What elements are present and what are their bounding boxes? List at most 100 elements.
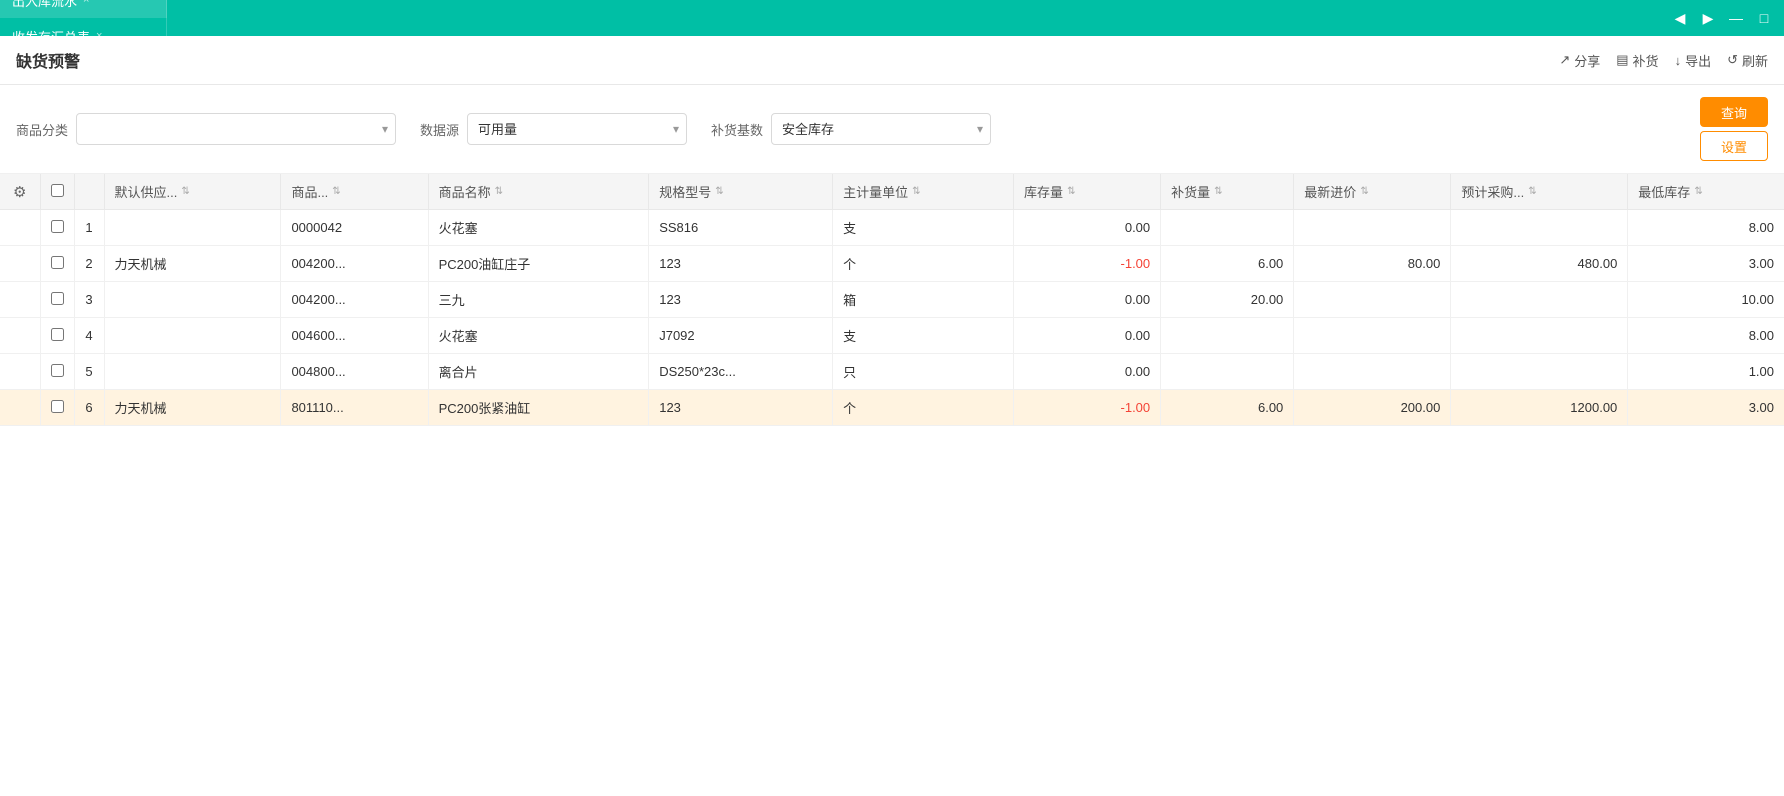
row-name: 三九 (428, 282, 649, 318)
tab-close-inout-flow[interactable]: × (83, 0, 89, 6)
row-replenish (1161, 354, 1294, 390)
row-stock: 0.00 (1014, 318, 1161, 354)
settings-button[interactable]: 设置 (1700, 131, 1768, 161)
table-row: 1 0000042 火花塞 SS816 支 0.00 8.00 (0, 210, 1784, 246)
row-est-purchase (1451, 318, 1628, 354)
row-checkbox-4[interactable] (51, 364, 64, 377)
row-replenish: 20.00 (1161, 282, 1294, 318)
row-latest-price: 200.00 (1294, 390, 1451, 426)
refresh-button[interactable]: ↺ 刷新 (1727, 51, 1768, 70)
th-replenish[interactable]: 补货量⇅ (1161, 174, 1294, 210)
row-name: 火花塞 (428, 318, 649, 354)
th-gear: ⚙ (0, 174, 40, 210)
row-min-stock: 8.00 (1628, 210, 1784, 246)
replenish-button[interactable]: ▤ 补货 (1616, 51, 1658, 70)
tabs-container: 首页炼货异常处理×现存量（库存状况表）×现存量（库存分布表）×库存批次账×出入库… (0, 0, 167, 36)
row-checkbox-cell[interactable] (40, 246, 74, 282)
sort-latest-price-icon: ⇅ (1360, 186, 1368, 197)
row-checkbox-0[interactable] (51, 220, 64, 233)
row-checkbox-cell[interactable] (40, 390, 74, 426)
row-checkbox-2[interactable] (51, 292, 64, 305)
th-stock[interactable]: 库存量⇅ (1014, 174, 1161, 210)
tab-inout-flow[interactable]: 出入库流水× (0, 0, 167, 18)
nav-maximize-btn[interactable]: □ (1750, 4, 1778, 32)
filter-actions: 查询 设置 (1700, 97, 1768, 161)
row-est-purchase: 480.00 (1451, 246, 1628, 282)
row-spec: 123 (649, 246, 833, 282)
nav-next-btn[interactable]: ▶ (1694, 4, 1722, 32)
th-checkbox (40, 174, 74, 210)
export-button[interactable]: ↓ 导出 (1675, 51, 1712, 70)
row-stock: 0.00 (1014, 282, 1161, 318)
th-min-stock[interactable]: 最低库存⇅ (1628, 174, 1784, 210)
th-spec[interactable]: 规格型号⇅ (649, 174, 833, 210)
row-spec: 123 (649, 282, 833, 318)
nav-prev-btn[interactable]: ◀ (1666, 4, 1694, 32)
row-est-purchase (1451, 282, 1628, 318)
row-latest-price (1294, 282, 1451, 318)
row-latest-price: 80.00 (1294, 246, 1451, 282)
row-supplier: 力天机械 (104, 390, 281, 426)
sort-stock-icon: ⇅ (1067, 186, 1075, 197)
category-label: 商品分类 (16, 120, 68, 139)
row-est-purchase: 1200.00 (1451, 390, 1628, 426)
row-seq: 1 (74, 210, 104, 246)
select-all-checkbox[interactable] (51, 184, 64, 197)
row-spec: J7092 (649, 318, 833, 354)
row-name: 离合片 (428, 354, 649, 390)
tab-recv-summary[interactable]: 收发存汇总表× (0, 18, 167, 36)
row-gear-cell (0, 246, 40, 282)
row-seq: 5 (74, 354, 104, 390)
row-code: 004800... (281, 354, 428, 390)
nav-minimize-btn[interactable]: — (1722, 4, 1750, 32)
th-est-purchase[interactable]: 预计采购...⇅ (1451, 174, 1628, 210)
th-supplier[interactable]: 默认供应...⇅ (104, 174, 281, 210)
row-gear-cell (0, 354, 40, 390)
datasource-filter-group: 数据源 可用量 (420, 113, 687, 145)
row-checkbox-cell[interactable] (40, 354, 74, 390)
row-min-stock: 3.00 (1628, 390, 1784, 426)
row-checkbox-cell[interactable] (40, 210, 74, 246)
th-seq (74, 174, 104, 210)
row-code: 004200... (281, 246, 428, 282)
row-supplier: 力天机械 (104, 246, 281, 282)
row-replenish (1161, 210, 1294, 246)
category-select[interactable] (76, 113, 396, 145)
row-min-stock: 10.00 (1628, 282, 1784, 318)
sort-supplier-icon: ⇅ (181, 186, 189, 197)
row-replenish (1161, 318, 1294, 354)
row-supplier (104, 354, 281, 390)
th-unit[interactable]: 主计量单位⇅ (833, 174, 1014, 210)
share-button[interactable]: ↗ 分享 (1559, 51, 1600, 70)
row-gear-cell (0, 318, 40, 354)
table-container: ⚙ 默认供应...⇅ 商品...⇅ 商品名称⇅ (0, 174, 1784, 426)
replenish-basis-select[interactable]: 安全库存 (771, 113, 991, 145)
row-seq: 6 (74, 390, 104, 426)
category-select-wrapper (76, 113, 396, 145)
sort-min-stock-icon: ⇅ (1694, 186, 1702, 197)
row-checkbox-cell[interactable] (40, 318, 74, 354)
row-checkbox-3[interactable] (51, 328, 64, 341)
row-checkbox-5[interactable] (51, 400, 64, 413)
page-content: 缺货预警 ↗ 分享 ▤ 补货 ↓ 导出 ↺ 刷新 商品分类 (0, 36, 1784, 796)
row-checkbox-cell[interactable] (40, 282, 74, 318)
page-header: 缺货预警 ↗ 分享 ▤ 补货 ↓ 导出 ↺ 刷新 (0, 36, 1784, 85)
row-code: 004200... (281, 282, 428, 318)
query-button[interactable]: 查询 (1700, 97, 1768, 127)
category-filter-group: 商品分类 (16, 113, 396, 145)
table-row: 5 004800... 离合片 DS250*23c... 只 0.00 1.00 (0, 354, 1784, 390)
th-latest-price[interactable]: 最新进价⇅ (1294, 174, 1451, 210)
row-stock: 0.00 (1014, 354, 1161, 390)
filter-area: 商品分类 数据源 可用量 补货基数 安全库存 (0, 85, 1784, 174)
row-min-stock: 1.00 (1628, 354, 1784, 390)
row-checkbox-1[interactable] (51, 256, 64, 269)
row-gear-cell (0, 210, 40, 246)
th-code[interactable]: 商品...⇅ (281, 174, 428, 210)
gear-icon[interactable]: ⚙ (13, 184, 26, 201)
row-gear-cell (0, 282, 40, 318)
row-spec: 123 (649, 390, 833, 426)
datasource-select[interactable]: 可用量 (467, 113, 687, 145)
row-latest-price (1294, 210, 1451, 246)
th-name[interactable]: 商品名称⇅ (428, 174, 649, 210)
tab-close-recv-summary[interactable]: × (96, 30, 102, 36)
